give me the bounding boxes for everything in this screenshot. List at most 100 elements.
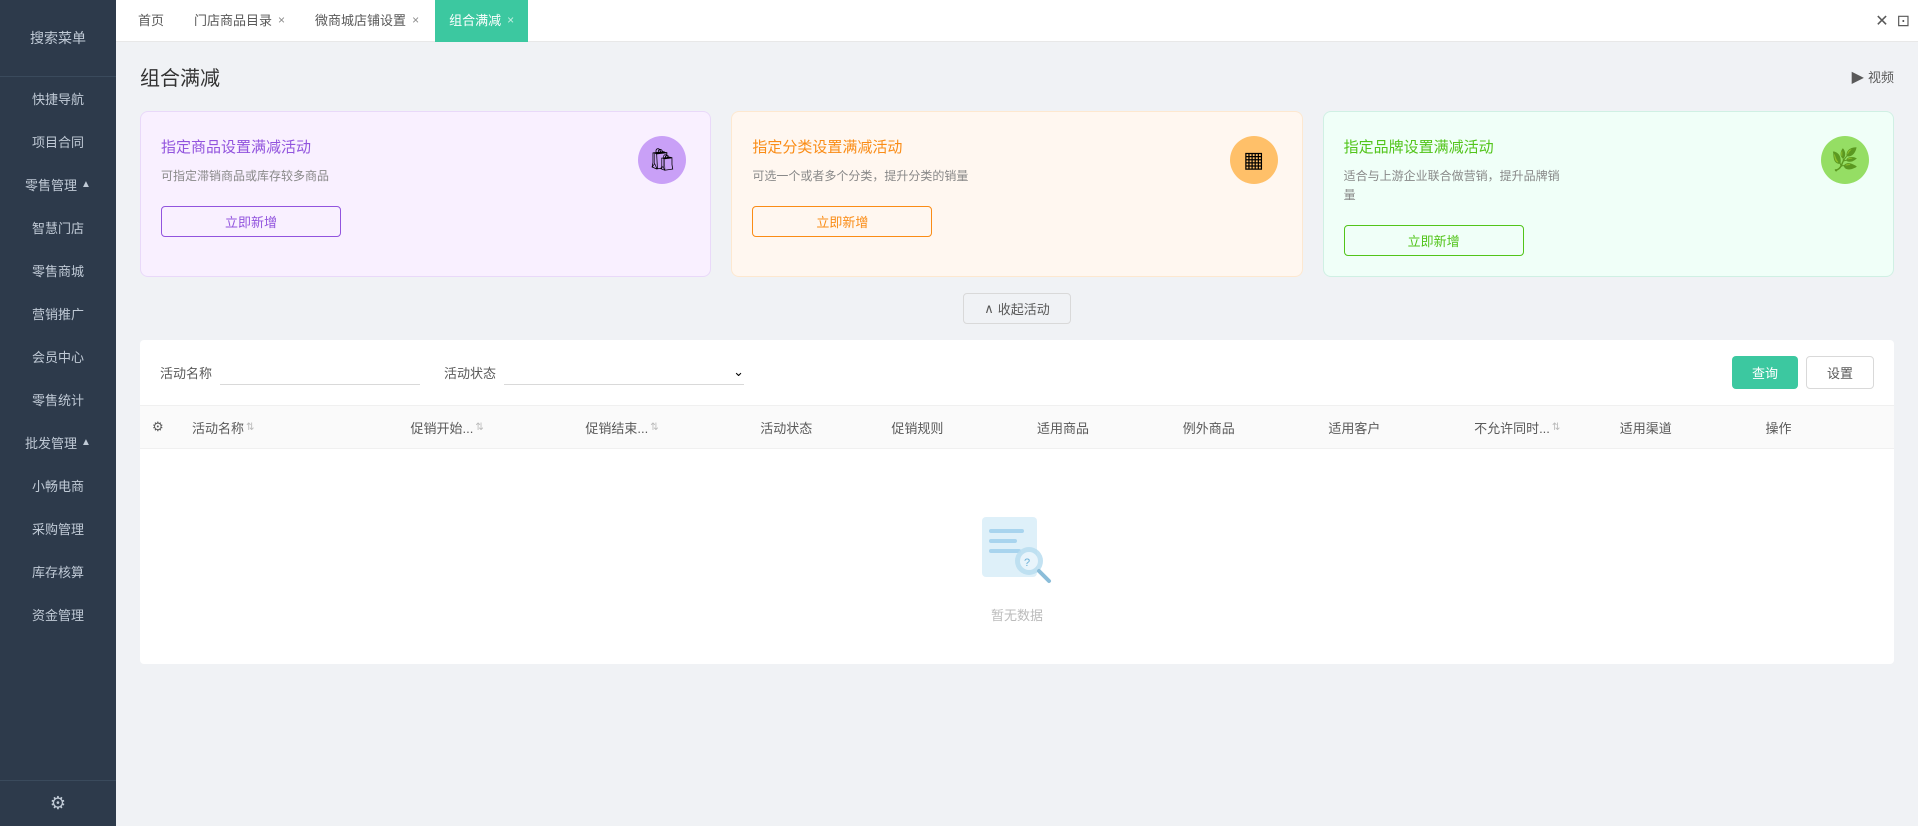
tab-close-btn[interactable]: × (507, 13, 514, 27)
sidebar-item-purchase-mgmt[interactable]: 采购管理 (0, 507, 116, 550)
sidebar-item-label: 库存核算 (32, 565, 84, 580)
sidebar-item-marketing[interactable]: 营销推广 (0, 292, 116, 335)
th-notallow[interactable]: 不允许同时...⇅ (1474, 418, 1620, 437)
card-brand: 指定品牌设置满减活动适合与上游企业联合做营销，提升品牌销量立即新增🌿 (1323, 111, 1894, 277)
video-label: 视频 (1868, 67, 1894, 86)
card-title: 指定分类设置满减活动 (752, 136, 1281, 157)
sidebar-item-inventory[interactable]: 库存核算 (0, 550, 116, 593)
table-header: ⚙活动名称⇅促销开始...⇅促销结束...⇅活动状态促销规则适用商品例外商品适用… (140, 405, 1894, 449)
th-label: 活动名称 (192, 418, 244, 437)
settings-icon[interactable]: ⚙ (50, 793, 66, 813)
filter-status-item: 活动状态 ⌄ (444, 360, 744, 385)
sort-icon[interactable]: ⇅ (475, 422, 483, 433)
cards-row: 指定商品设置满减活动可指定滞销商品或库存较多商品立即新增🛍指定分类设置满减活动可… (140, 111, 1894, 277)
collapse-icon: ∧ (984, 301, 994, 317)
sort-icon[interactable]: ⇅ (650, 422, 658, 433)
page-title: 组合满减 (140, 62, 220, 91)
empty-state: ? 暂无数据 (140, 449, 1894, 664)
sort-icon[interactable]: ⇅ (1552, 422, 1560, 433)
th-name[interactable]: 活动名称⇅ (192, 418, 411, 437)
empty-text: 暂无数据 (991, 605, 1043, 624)
play-icon: ▶ (1852, 67, 1864, 87)
sidebar-item-project-contract[interactable]: 项目合同 (0, 120, 116, 163)
th-action: 操作 (1765, 418, 1882, 437)
sidebar-item-label: 零售管理 (25, 175, 77, 194)
card-category: 指定分类设置满减活动可选一个或者多个分类，提升分类的销量立即新增 ▦ (731, 111, 1302, 277)
th-label: 促销结束... (585, 418, 648, 437)
card-add-btn-category[interactable]: 立即新增 (752, 206, 932, 237)
setting-button[interactable]: 设置 (1806, 356, 1874, 389)
maximize-btn[interactable]: ⊡ (1897, 11, 1910, 31)
activity-status-select[interactable]: ⌄ (504, 360, 744, 385)
sidebar-item-quick-nav[interactable]: 快捷导航 (0, 77, 116, 120)
th-rule: 促销规则 (891, 418, 1037, 437)
tab-combo-discount[interactable]: 组合满减 × (435, 0, 528, 42)
card-add-btn-brand[interactable]: 立即新增 (1344, 225, 1524, 256)
table-container: ⚙活动名称⇅促销开始...⇅促销结束...⇅活动状态促销规则适用商品例外商品适用… (140, 405, 1894, 664)
card-add-btn-product[interactable]: 立即新增 (161, 206, 341, 237)
sidebar-item-retail-mgmt[interactable]: 零售管理 ▲ (0, 163, 116, 206)
sidebar-item-xiaochangec[interactable]: 小畅电商 (0, 464, 116, 507)
tab-actions: ✕ ⊡ (1875, 11, 1910, 31)
th-channel: 适用渠道 (1620, 418, 1766, 437)
close-window-btn[interactable]: ✕ (1875, 11, 1888, 31)
filter-actions: 查询 设置 (1732, 356, 1874, 389)
card-icon-category: ▦ (1230, 136, 1278, 184)
sidebar-item-label: 小畅电商 (32, 479, 84, 494)
empty-illustration: ? (967, 509, 1067, 589)
page-header: 组合满减 ▶ 视频 (140, 62, 1894, 91)
tab-close-btn[interactable]: × (412, 13, 419, 27)
tab-bar: 首页门店商品目录×微商城店铺设置× 组合满减 × ✕ ⊡ (116, 0, 1918, 42)
tab-wechat-settings[interactable]: 微商城店铺设置× (301, 0, 433, 42)
th-status: 活动状态 (760, 418, 891, 437)
sidebar-item-label: 快捷导航 (32, 92, 84, 107)
sidebar-item-label: 会员中心 (32, 350, 84, 365)
th-label: 适用商品 (1037, 418, 1089, 437)
tab-label: 组合满减 (449, 10, 501, 29)
sidebar-item-label: 批发管理 (25, 433, 77, 452)
card-title: 指定商品设置满减活动 (161, 136, 690, 157)
collapse-bar: ∧ 收起活动 (140, 293, 1894, 324)
sidebar-item-label: 零售统计 (32, 393, 84, 408)
th-end[interactable]: 促销结束...⇅ (585, 418, 760, 437)
th-start[interactable]: 促销开始...⇅ (411, 418, 586, 437)
sidebar-item-label: 资金管理 (32, 608, 84, 623)
main-area: 首页门店商品目录×微商城店铺设置× 组合满减 × ✕ ⊡ 组合满减 ▶ 视频 指定商… (116, 0, 1918, 826)
sidebar-item-smart-store[interactable]: 智慧门店 (0, 206, 116, 249)
tab-label: 首页 (138, 10, 164, 29)
sidebar-search-area[interactable]: 搜索菜单 (0, 0, 116, 77)
sidebar-item-wholesale-mgmt[interactable]: 批发管理 ▲ (0, 421, 116, 464)
sidebar-item-member-center[interactable]: 会员中心 (0, 335, 116, 378)
th-label: 适用客户 (1328, 418, 1380, 437)
filter-status-label: 活动状态 (444, 363, 496, 382)
th-label: 例外商品 (1183, 418, 1235, 437)
tab-home[interactable]: 首页 (124, 0, 178, 42)
video-link[interactable]: ▶ 视频 (1852, 67, 1894, 87)
tab-store-catalog[interactable]: 门店商品目录× (180, 0, 299, 42)
sidebar-item-finance[interactable]: 资金管理 (0, 593, 116, 636)
query-button[interactable]: 查询 (1732, 356, 1798, 389)
filter-name-label: 活动名称 (160, 363, 212, 382)
sidebar-item-retail-mall[interactable]: 零售商城 (0, 249, 116, 292)
collapse-btn[interactable]: ∧ 收起活动 (963, 293, 1071, 324)
sidebar-item-retail-stats[interactable]: 零售统计 (0, 378, 116, 421)
sidebar: 搜索菜单 快捷导航项目合同零售管理 ▲ 智慧门店零售商城营销推广会员中心零售统计批发… (0, 0, 116, 826)
tab-close-btn[interactable]: × (278, 13, 285, 27)
th-label: 不允许同时... (1474, 418, 1550, 437)
th-label: 操作 (1765, 418, 1791, 437)
page-content: 组合满减 ▶ 视频 指定商品设置满减活动可指定滞销商品或库存较多商品立即新增🛍指… (116, 42, 1918, 826)
card-desc: 可指定滞销商品或库存较多商品 (161, 167, 381, 186)
th-label: 活动状态 (760, 418, 812, 437)
settings-gear-icon[interactable]: ⚙ (152, 419, 164, 435)
activity-name-input[interactable] (220, 361, 420, 385)
th-label: 促销开始... (411, 418, 474, 437)
chevron-icon: ▲ (81, 179, 91, 190)
chevron-icon: ▲ (81, 437, 91, 448)
sidebar-search-btn[interactable]: 搜索菜单 (0, 16, 116, 60)
sort-icon[interactable]: ⇅ (246, 422, 254, 433)
card-product: 指定商品设置满减活动可指定滞销商品或库存较多商品立即新增🛍 (140, 111, 711, 277)
card-desc: 可选一个或者多个分类，提升分类的销量 (752, 167, 972, 186)
th-label: 促销规则 (891, 418, 943, 437)
svg-text:?: ? (1024, 557, 1030, 569)
filter-row: 活动名称 活动状态 ⌄ 查询 设置 (140, 340, 1894, 405)
